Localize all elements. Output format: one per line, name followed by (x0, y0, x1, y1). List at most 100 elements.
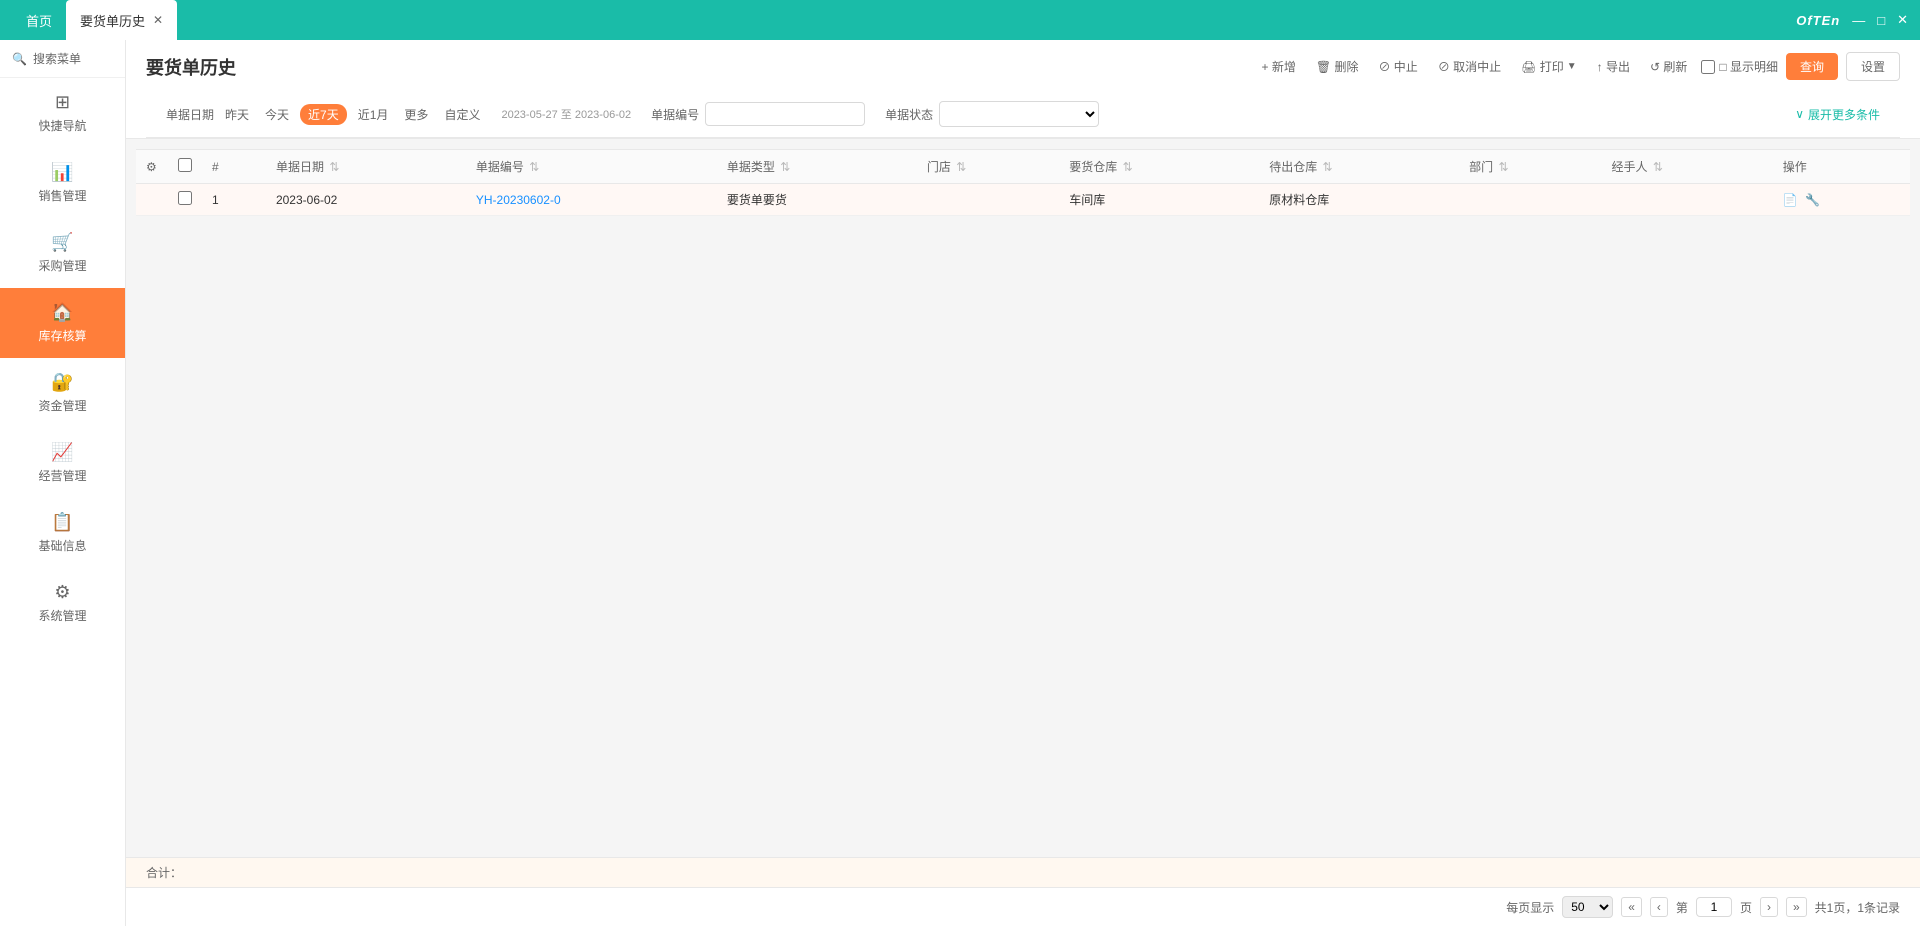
orderno-filter-group: 单据编号 (651, 102, 865, 126)
col-req-warehouse-label: 要货仓库 (1069, 160, 1117, 174)
export-label: ↑ 导出 (1597, 58, 1630, 75)
tab-yaohuodan[interactable]: 要货单历史 ✕ (66, 0, 177, 40)
delete-button[interactable]: 🗑 删除 (1310, 54, 1365, 79)
brand-label: OfTEn (1796, 13, 1840, 28)
date-1month-btn[interactable]: 近1月 (353, 104, 394, 125)
window-close-btn[interactable]: ✕ (1897, 12, 1908, 28)
status-filter-label: 单据状态 (885, 106, 933, 123)
orderno-input[interactable] (705, 102, 865, 126)
row-handler (1602, 184, 1773, 216)
date-custom-btn[interactable]: 自定义 (439, 104, 485, 125)
col-date-label: 单据日期 (276, 160, 324, 174)
row-dept (1459, 184, 1601, 216)
print-button[interactable]: 🖨 打印 ▼ (1515, 54, 1582, 79)
cancel-stop-label: ⊘ 取消中止 (1438, 58, 1501, 75)
cancel-stop-button[interactable]: ⊘ 取消中止 (1432, 54, 1507, 79)
row-op2-btn[interactable]: 🔧 (1805, 193, 1820, 207)
col-no[interactable]: 单据编号 ⇅ (466, 150, 717, 184)
print-dropdown-icon[interactable]: ▼ (1567, 61, 1577, 72)
sidebar-item-system[interactable]: ⚙ 系统管理 (0, 568, 125, 638)
refresh-button[interactable]: ↺ 刷新 (1644, 54, 1693, 79)
table-header-row: ⚙ # 单据日期 ⇅ 单据编号 ⇅ (136, 150, 1910, 184)
col-type-sort: ⇅ (780, 160, 790, 174)
sidebar-basic-label: 基础信息 (38, 537, 86, 554)
select-all-checkbox[interactable] (178, 158, 192, 172)
sidebar-item-inventory[interactable]: 🏠 库存核算 (0, 288, 125, 358)
summary-label: 合计： (146, 866, 182, 880)
maximize-btn[interactable]: □ (1877, 13, 1885, 28)
col-no-sort: ⇅ (529, 160, 539, 174)
sidebar-system-label: 系统管理 (38, 607, 86, 624)
next-page-btn[interactable]: › (1760, 897, 1778, 917)
sidebar-item-quicknav[interactable]: ⊞ 快捷导航 (0, 78, 125, 148)
prev-page-btn[interactable]: ‹ (1650, 897, 1668, 917)
row-store (917, 184, 1059, 216)
col-seq: # (202, 150, 266, 184)
total-label: 共1页，1条记录 (1815, 899, 1900, 916)
setting-button[interactable]: 设置 (1846, 52, 1900, 81)
row-select-checkbox[interactable] (178, 191, 192, 205)
window-controls: OfTEn — □ ✕ (1796, 12, 1908, 28)
sidebar-item-sales[interactable]: 📊 销售管理 (0, 148, 125, 218)
show-detail-label: □ 显示明细 (1719, 58, 1778, 75)
query-button[interactable]: 查询 (1786, 53, 1838, 80)
date-today-btn[interactable]: 今天 (260, 104, 294, 125)
tab-home-label: 首页 (26, 11, 52, 30)
page-number-input[interactable] (1696, 897, 1732, 917)
row-settings (136, 184, 168, 216)
export-button[interactable]: ↑ 导出 (1591, 54, 1636, 79)
col-dept[interactable]: 部门 ⇅ (1459, 150, 1601, 184)
sidebar-item-operation[interactable]: 📈 经营管理 (0, 428, 125, 498)
stop-button[interactable]: ⊘ 中止 (1372, 54, 1423, 79)
col-date[interactable]: 单据日期 ⇅ (266, 150, 466, 184)
col-req-warehouse-sort: ⇅ (1123, 160, 1133, 174)
row-no: YH-20230602-0 (466, 184, 717, 216)
inventory-icon: 🏠 (51, 302, 73, 323)
data-table: ⚙ # 单据日期 ⇅ 单据编号 ⇅ (136, 149, 1910, 216)
page-title-row: 要货单历史 + 新增 🗑 删除 ⊘ 中止 ⊘ 取消中止 🖨 (146, 52, 1900, 81)
tab-close-icon[interactable]: ✕ (153, 13, 163, 27)
sidebar-item-basic[interactable]: 📋 基础信息 (0, 498, 125, 568)
sidebar-operation-label: 经营管理 (38, 467, 86, 484)
tab-home[interactable]: 首页 (12, 0, 66, 40)
sidebar-item-purchase[interactable]: 🛒 采购管理 (0, 218, 125, 288)
page-size-select[interactable]: 50 10 20 100 (1562, 896, 1613, 918)
stop-label: ⊘ 中止 (1378, 58, 1417, 75)
minimize-btn[interactable]: — (1852, 13, 1865, 28)
sidebar-inventory-label: 库存核算 (38, 327, 86, 344)
orderno-filter-label: 单据编号 (651, 106, 699, 123)
sidebar-item-finance[interactable]: 🔐 资金管理 (0, 358, 125, 428)
print-label: 🖨 打印 (1521, 58, 1564, 75)
col-dept-sort: ⇅ (1498, 160, 1508, 174)
date-more-btn[interactable]: 更多 (399, 104, 433, 125)
page-size-label: 每页显示 (1506, 899, 1554, 916)
system-icon: ⚙ (54, 582, 70, 603)
col-type-label: 单据类型 (727, 160, 775, 174)
sidebar-search[interactable]: 🔍 搜索菜单 (0, 40, 125, 78)
status-select[interactable] (939, 101, 1099, 127)
row-date: 2023-06-02 (266, 184, 466, 216)
row-req-warehouse: 车间库 (1059, 184, 1259, 216)
row-no-link[interactable]: YH-20230602-0 (476, 193, 561, 207)
row-op1-btn[interactable]: 📄 (1783, 193, 1798, 207)
col-req-warehouse[interactable]: 要货仓库 ⇅ (1059, 150, 1259, 184)
col-settings[interactable]: ⚙ (136, 150, 168, 184)
new-button[interactable]: + 新增 (1256, 54, 1302, 79)
col-handler-sort: ⇅ (1653, 160, 1663, 174)
col-pending-warehouse[interactable]: 待出仓库 ⇅ (1259, 150, 1459, 184)
delete-label: 🗑 删除 (1316, 58, 1359, 75)
col-handler[interactable]: 经手人 ⇅ (1602, 150, 1773, 184)
operation-icon: 📈 (51, 442, 73, 463)
col-type[interactable]: 单据类型 ⇅ (717, 150, 917, 184)
expand-filter-btn[interactable]: ∨ 展开更多条件 (1795, 106, 1880, 123)
date-yesterday-btn[interactable]: 昨天 (220, 104, 254, 125)
col-store[interactable]: 门店 ⇅ (917, 150, 1059, 184)
filter-bar: 单据日期 昨天 今天 近7天 近1月 更多 自定义 2023-05-27 至 2… (146, 91, 1900, 138)
col-store-sort: ⇅ (956, 160, 966, 174)
page-unit-label: 页 (1740, 899, 1752, 916)
last-page-btn[interactable]: » (1786, 897, 1807, 917)
show-detail-checkbox[interactable] (1701, 60, 1715, 74)
first-page-btn[interactable]: « (1621, 897, 1642, 917)
date-7days-btn[interactable]: 近7天 (300, 104, 347, 125)
table-row: 1 2023-06-02 YH-20230602-0 要货单要货 车间库 原材料… (136, 184, 1910, 216)
